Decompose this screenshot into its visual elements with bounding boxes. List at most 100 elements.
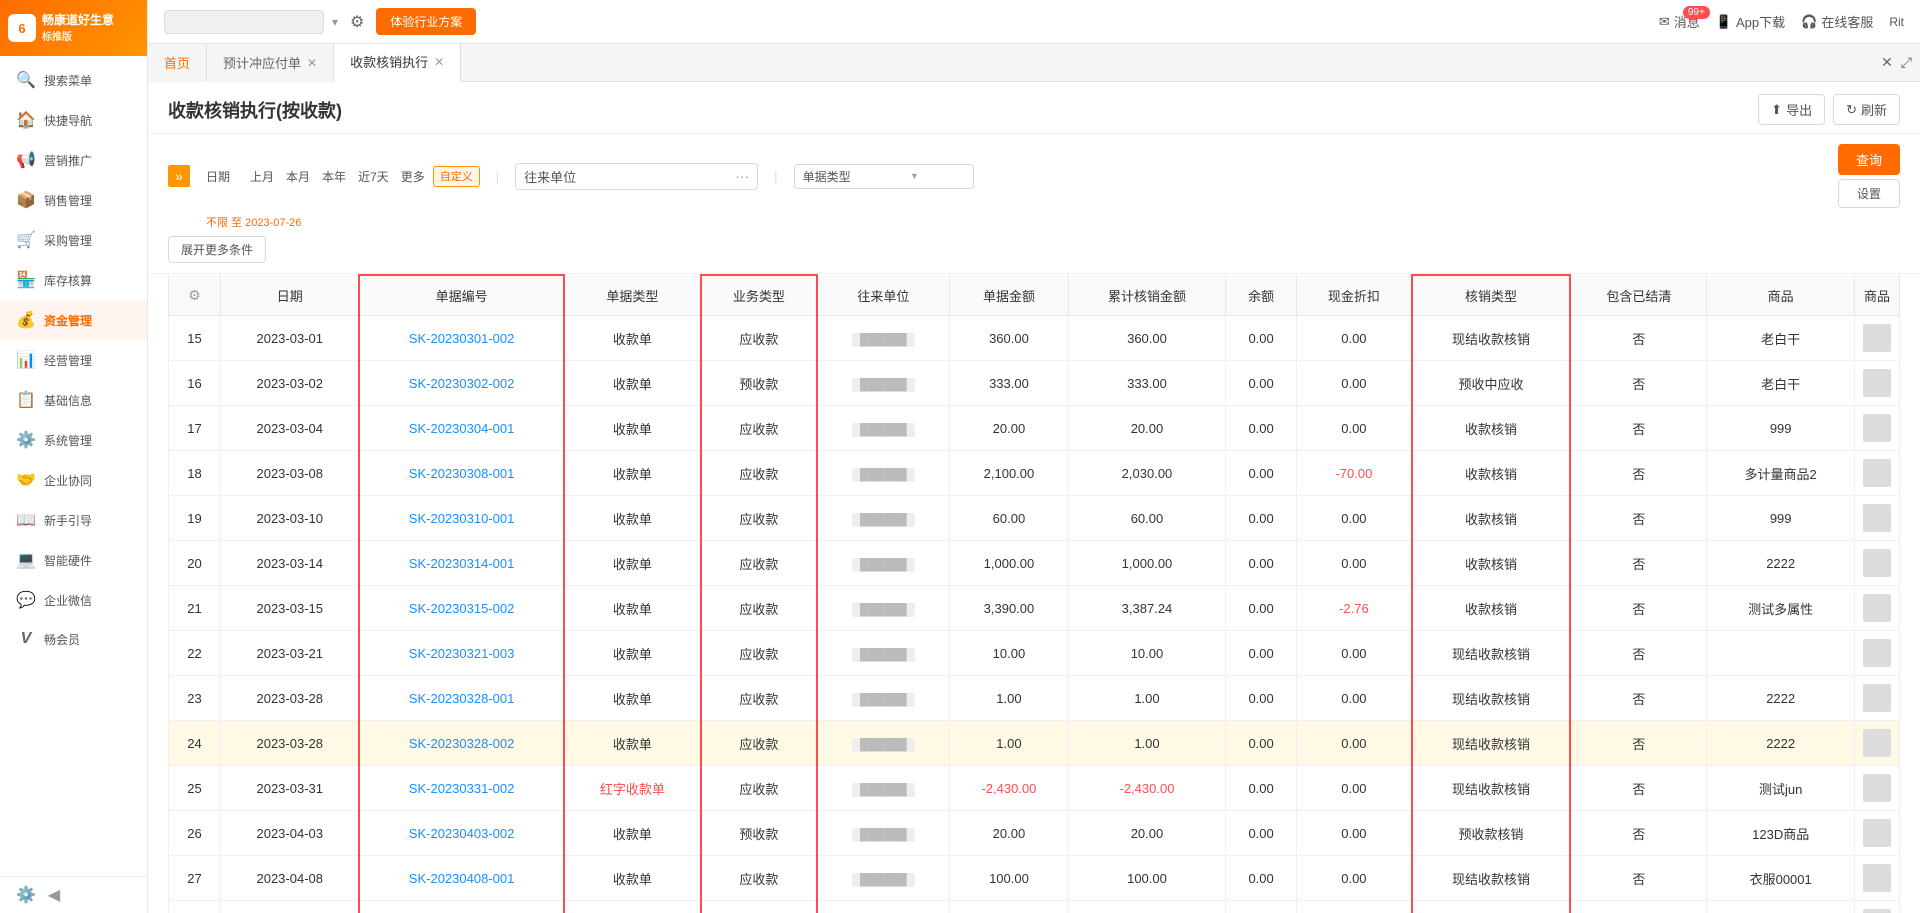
- doc-no-link[interactable]: SK-20230314-001: [409, 556, 515, 571]
- service-button[interactable]: 🎧 在线客服: [1801, 12, 1873, 31]
- doc-no-link[interactable]: SK-20230315-002: [409, 601, 515, 616]
- partner-input[interactable]: [580, 169, 735, 183]
- td-cum-amount: 1.00: [1068, 721, 1225, 766]
- tab-receipts[interactable]: 收款核销执行 ✕: [334, 44, 461, 82]
- sidebar-label-wechat: 企业微信: [44, 592, 92, 609]
- sidebar-item-marketing[interactable]: 📢 营销推广: [0, 140, 147, 180]
- sidebar-item-inventory[interactable]: 🏪 库存核算: [0, 260, 147, 300]
- td-partner: ██████: [817, 496, 950, 541]
- td-amount: -2,430.00: [949, 766, 1068, 811]
- date-last-month[interactable]: 上月: [246, 166, 278, 187]
- sidebar-item-quick[interactable]: 🏠 快捷导航: [0, 100, 147, 140]
- date-this-month[interactable]: 本月: [282, 166, 314, 187]
- chevron-down-doc-icon: ▾: [912, 171, 965, 182]
- app-label: App下载: [1736, 12, 1785, 31]
- doc-no-link[interactable]: SK-20230301-002: [409, 331, 515, 346]
- date-7days[interactable]: 近7天: [354, 166, 393, 187]
- td-date: 2023-04-08: [221, 856, 360, 901]
- th-doc-type: 单据类型: [564, 275, 701, 316]
- export-button[interactable]: ⬆ 导出: [1758, 94, 1825, 125]
- td-no: 26: [169, 811, 221, 856]
- th-date: 日期: [221, 275, 360, 316]
- td-no: 24: [169, 721, 221, 766]
- doc-no-link[interactable]: SK-20230321-003: [409, 646, 515, 661]
- doc-no-link[interactable]: SK-20230328-001: [409, 691, 515, 706]
- td-balance: 0.00: [1226, 451, 1297, 496]
- doc-no-link[interactable]: SK-20230302-002: [409, 376, 515, 391]
- td-biz-type: 应收款: [701, 901, 817, 913]
- td-no: 18: [169, 451, 221, 496]
- tab-prepayment-close[interactable]: ✕: [307, 56, 317, 70]
- sidebar-label-inventory: 库存核算: [44, 272, 92, 289]
- td-biz-type: 应收款: [701, 541, 817, 586]
- doc-no-link[interactable]: SK-20230328-002: [409, 736, 515, 751]
- date-more[interactable]: 更多: [397, 166, 429, 187]
- sidebar-item-basic[interactable]: 📋 基础信息: [0, 380, 147, 420]
- expand-more-button[interactable]: 展开更多条件: [168, 236, 266, 263]
- sidebar-item-member[interactable]: V 畅会员: [0, 620, 147, 658]
- marketing-nav-icon: 📢: [16, 150, 36, 170]
- table-row: 27 2023-04-08 SK-20230408-001 收款单 应收款 ██…: [169, 856, 1900, 901]
- sidebar-item-enterprise[interactable]: 🤝 企业协同: [0, 460, 147, 500]
- td-include-settled: 否: [1570, 451, 1706, 496]
- td-date: 2023-03-01: [221, 316, 360, 361]
- doc-no-link[interactable]: SK-20230304-001: [409, 421, 515, 436]
- td-cash-discount: 0.00: [1297, 811, 1412, 856]
- partner-ellipsis-icon[interactable]: ···: [735, 168, 749, 184]
- date-this-year[interactable]: 本年: [318, 166, 350, 187]
- close-tab-icon[interactable]: ✕: [1881, 54, 1893, 71]
- tab-home[interactable]: 首页: [148, 44, 207, 82]
- maximize-icon[interactable]: ⤢: [1901, 54, 1912, 71]
- industry-button[interactable]: 体验行业方案: [376, 8, 476, 35]
- td-cancel-type: 收款核销: [1412, 586, 1571, 631]
- th-settings[interactable]: ⚙: [169, 275, 221, 316]
- table-body: 15 2023-03-01 SK-20230301-002 收款单 应收款 ██…: [169, 316, 1900, 913]
- sidebar-item-operations[interactable]: 📊 经营管理: [0, 340, 147, 380]
- table-settings-icon[interactable]: ⚙: [188, 287, 201, 303]
- td-goods: [1707, 631, 1855, 676]
- date-custom-button[interactable]: 自定义: [433, 166, 480, 187]
- doc-no-link[interactable]: SK-20230308-001: [409, 466, 515, 481]
- doc-no-link[interactable]: SK-20230310-001: [409, 511, 515, 526]
- td-no: 23: [169, 676, 221, 721]
- td-cum-amount: 20.00: [1068, 811, 1225, 856]
- doc-no-link[interactable]: SK-20230403-002: [409, 826, 515, 841]
- tab-prepayment[interactable]: 预计冲应付单 ✕: [207, 44, 334, 82]
- td-biz-type: 预收款: [701, 361, 817, 406]
- settings-bottom-icon[interactable]: ⚙️: [16, 885, 36, 905]
- td-amount: 1.00: [949, 676, 1068, 721]
- table-row: 24 2023-03-28 SK-20230328-002 收款单 应收款 ██…: [169, 721, 1900, 766]
- td-cash-discount: -2.76: [1297, 586, 1412, 631]
- tab-bar-actions: ✕ ⤢: [1881, 54, 1920, 71]
- doc-no-link[interactable]: SK-20230408-001: [409, 871, 515, 886]
- sidebar-item-system[interactable]: ⚙️ 系统管理: [0, 420, 147, 460]
- sidebar-item-finance[interactable]: 💰 资金管理: [0, 300, 147, 340]
- sidebar-item-sales[interactable]: 📦 销售管理: [0, 180, 147, 220]
- sidebar-item-search[interactable]: 🔍 搜索菜单: [0, 60, 147, 100]
- search-input[interactable]: [164, 10, 324, 34]
- query-button[interactable]: 查询: [1838, 144, 1900, 175]
- td-goods: 2222: [1707, 541, 1855, 586]
- settings-button[interactable]: 设置: [1838, 179, 1900, 208]
- tab-receipts-close[interactable]: ✕: [434, 55, 444, 69]
- partner-filter[interactable]: 往来单位 ···: [515, 163, 758, 190]
- td-date: 2023-03-31: [221, 766, 360, 811]
- td-goods2: [1855, 586, 1900, 631]
- sidebar-item-guide[interactable]: 📖 新手引导: [0, 500, 147, 540]
- refresh-button[interactable]: ↻ 刷新: [1833, 94, 1900, 125]
- td-biz-type: 应收款: [701, 631, 817, 676]
- gear-button[interactable]: ⚙: [346, 8, 368, 36]
- doc-type-filter[interactable]: 单据类型 ▾: [794, 164, 974, 189]
- app-download-button[interactable]: 📱 App下载: [1716, 12, 1785, 31]
- collapse-icon[interactable]: ◀: [48, 885, 60, 905]
- filter-expand-button[interactable]: »: [168, 165, 190, 187]
- sidebar-item-purchase[interactable]: 🛒 采购管理: [0, 220, 147, 260]
- doc-no-link[interactable]: SK-20230331-002: [409, 781, 515, 796]
- td-cancel-type: 现结收款核销: [1412, 766, 1571, 811]
- message-button[interactable]: ✉ 消息 99+: [1659, 12, 1700, 31]
- td-cancel-type: 现结收款核销: [1412, 721, 1571, 766]
- sidebar-item-wechat[interactable]: 💬 企业微信: [0, 580, 147, 620]
- td-no: 22: [169, 631, 221, 676]
- user-avatar[interactable]: Rit: [1889, 15, 1904, 29]
- sidebar-item-hardware[interactable]: 💻 智能硬件: [0, 540, 147, 580]
